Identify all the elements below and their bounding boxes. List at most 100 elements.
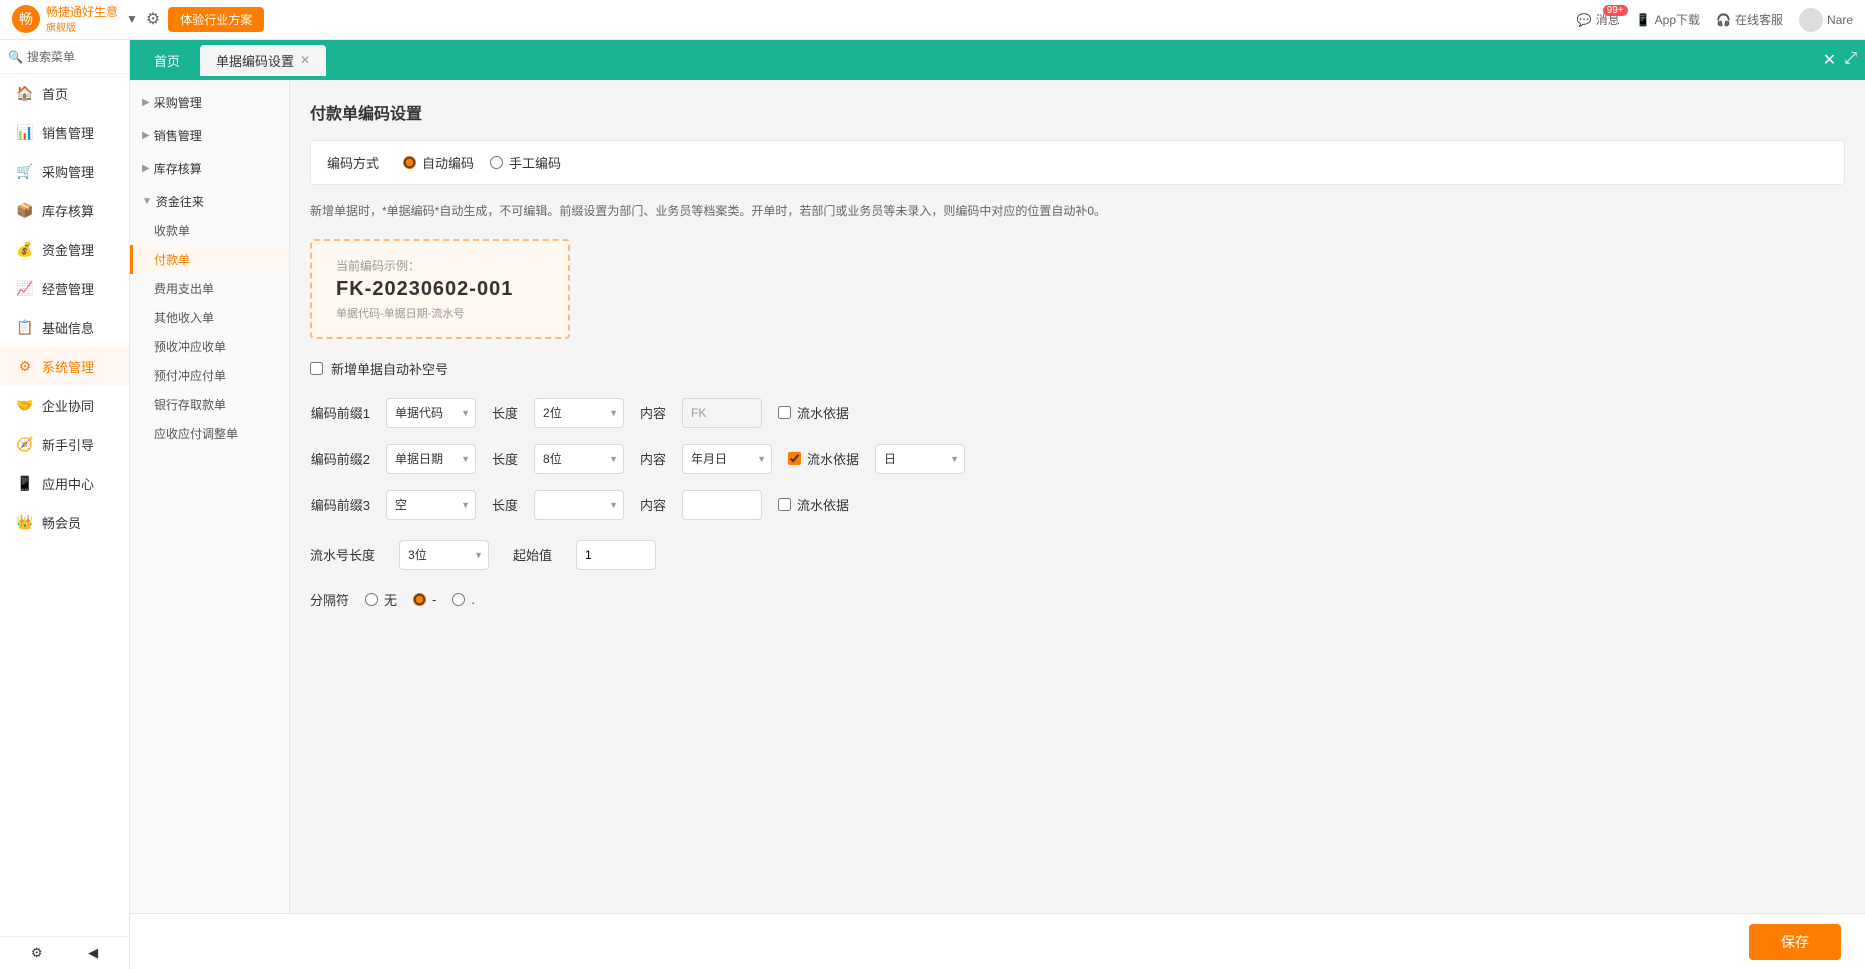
save-button[interactable]: 保存 — [1749, 924, 1841, 960]
sub-nav-group-purchase: ▶ 采购管理 — [130, 88, 289, 117]
stream-check-3: 流水依据 — [778, 495, 849, 514]
tab-bar-expand-icon[interactable]: ⤢ — [1844, 50, 1857, 70]
logo-icon: 畅 — [12, 5, 40, 33]
sub-nav-item-payment[interactable]: 付款单 — [130, 245, 289, 274]
sidebar-item-finance[interactable]: 💰 资金管理 — [0, 230, 129, 269]
stream-period-select[interactable]: 日 — [875, 444, 965, 474]
tab-bar: 首页 单据编码设置 ✕ ✕ ⤢ — [130, 40, 1865, 80]
stream-checkbox-1[interactable] — [778, 406, 791, 419]
prefix-form-rows: 编码前缀1 单据代码 长度 2位 内容 — [310, 398, 1845, 520]
preview-code: FK-20230602-001 — [336, 278, 544, 301]
guide-icon: 🧭 — [16, 436, 34, 454]
encoding-radio-group: 编码方式 自动编码 手工编码 — [327, 153, 1828, 172]
sidebar-settings-icon[interactable]: ⚙ — [31, 945, 43, 961]
length-select-3[interactable] — [534, 490, 624, 520]
serial-length-label: 流水号长度 — [310, 545, 375, 564]
length-label-3: 长度 — [492, 495, 518, 514]
sub-nav-item-prepay-receive[interactable]: 预收冲应收单 — [130, 332, 289, 361]
prefix-row-1: 编码前缀1 单据代码 长度 2位 内容 — [310, 398, 1845, 428]
sub-nav-item-prepay-pay[interactable]: 预付冲应付单 — [130, 361, 289, 390]
stream-check-2: 流水依据 — [788, 449, 859, 468]
sidebar-item-operations[interactable]: 📈 经营管理 — [0, 269, 129, 308]
stream-checkbox-2[interactable] — [788, 452, 801, 465]
bottom-bar: 保存 — [130, 913, 1865, 969]
prefix-select-2[interactable]: 单据日期 — [386, 444, 476, 474]
auto-fill-row: 新增单据自动补空号 — [310, 359, 1845, 378]
sub-nav-item-receipt[interactable]: 收款单 — [130, 216, 289, 245]
sidebar-item-home[interactable]: 🏠 首页 — [0, 74, 129, 113]
encoding-method-label: 编码方式 — [327, 153, 379, 172]
trial-btn[interactable]: 体验行业方案 — [168, 7, 264, 32]
page-content: ▶ 采购管理 ▶ 销售管理 ▶ 库存核算 — [130, 80, 1865, 913]
content-area: 首页 单据编码设置 ✕ ✕ ⤢ ▶ 采购管理 — [130, 40, 1865, 969]
preview-desc: 单据代码-单据日期-流水号 — [336, 305, 544, 321]
tab-close-icon[interactable]: ✕ — [300, 53, 310, 67]
sidebar-item-member[interactable]: 👑 畅会员 — [0, 503, 129, 542]
settings-icon[interactable]: ⚙ — [146, 9, 160, 29]
sub-nav-group-inventory: ▶ 库存核算 — [130, 154, 289, 183]
sub-nav-header-inventory[interactable]: ▶ 库存核算 — [130, 154, 289, 183]
sub-nav: ▶ 采购管理 ▶ 销售管理 ▶ 库存核算 — [130, 80, 290, 913]
sep-dot-radio[interactable]: . — [452, 592, 475, 607]
app-download-item[interactable]: 📱 App下载 — [1636, 11, 1700, 28]
sub-nav-item-receivable-adjust[interactable]: 应收应付调整单 — [130, 419, 289, 448]
tab-encoding-label: 单据编码设置 — [216, 51, 294, 70]
app-icon: 📱 — [1636, 13, 1651, 27]
auto-encoding-radio[interactable]: 自动编码 — [403, 153, 474, 172]
top-bar-left: 畅 畅捷通好生意 旗舰版 ▼ ⚙ 体验行业方案 — [12, 5, 264, 34]
sidebar-item-apps[interactable]: 📱 应用中心 — [0, 464, 129, 503]
search-menu[interactable]: 🔍 搜索菜单 — [0, 40, 129, 74]
chevron-right-icon2: ▶ — [142, 130, 150, 141]
length-select-wrapper-1: 2位 — [534, 398, 624, 428]
serial-length-select[interactable]: 3位 — [399, 540, 489, 570]
sidebar-item-inventory[interactable]: 📦 库存核算 — [0, 191, 129, 230]
content-select-2[interactable]: 年月日 — [682, 444, 772, 474]
sidebar-item-guide[interactable]: 🧭 新手引导 — [0, 425, 129, 464]
length-select-wrapper-3 — [534, 490, 624, 520]
prefix-select-wrapper-1: 单据代码 — [386, 398, 476, 428]
message-icon: 💬 — [1577, 13, 1592, 27]
preview-box: 当前编码示例： FK-20230602-001 单据代码-单据日期-流水号 — [310, 239, 570, 339]
sub-nav-item-expense[interactable]: 费用支出单 — [130, 274, 289, 303]
sidebar-item-enterprise[interactable]: 🤝 企业协同 — [0, 386, 129, 425]
prefix-label-1: 编码前缀1 — [310, 403, 370, 422]
auto-fill-checkbox[interactable] — [310, 362, 323, 375]
tab-home[interactable]: 首页 — [138, 45, 196, 76]
sidebar-item-sales[interactable]: 📊 销售管理 — [0, 113, 129, 152]
sep-dash-radio[interactable]: - — [413, 592, 436, 607]
sidebar-item-basic[interactable]: 📋 基础信息 — [0, 308, 129, 347]
chevron-right-icon3: ▶ — [142, 163, 150, 174]
sub-nav-header-sales[interactable]: ▶ 销售管理 — [130, 121, 289, 150]
serial-start-input[interactable] — [576, 540, 656, 570]
online-service-item[interactable]: 🎧 在线客服 — [1716, 11, 1783, 28]
tab-home-label: 首页 — [154, 51, 180, 70]
prefix-select-3[interactable]: 空 — [386, 490, 476, 520]
member-icon: 👑 — [16, 514, 34, 532]
manual-encoding-radio[interactable]: 手工编码 — [490, 153, 561, 172]
search-icon: 🔍 — [8, 50, 23, 64]
tab-bar-close-icon[interactable]: ✕ — [1823, 50, 1836, 70]
sub-nav-header-purchase[interactable]: ▶ 采购管理 — [130, 88, 289, 117]
message-item[interactable]: 💬 消息 99+ — [1577, 11, 1620, 28]
sidebar-item-system[interactable]: ⚙ 系统管理 — [0, 347, 129, 386]
length-select-2[interactable]: 8位 — [534, 444, 624, 474]
stream-checkbox-3[interactable] — [778, 498, 791, 511]
content-label-2: 内容 — [640, 449, 666, 468]
content-input-3[interactable] — [682, 490, 762, 520]
length-select-1[interactable]: 2位 — [534, 398, 624, 428]
user-info[interactable]: Nare — [1799, 8, 1853, 32]
prefix-select-1[interactable]: 单据代码 — [386, 398, 476, 428]
chevron-down-icon: ▼ — [142, 196, 152, 207]
serial-length-wrapper: 3位 — [399, 540, 489, 570]
sidebar-collapse-icon[interactable]: ◀ — [88, 945, 98, 961]
sub-nav-item-income[interactable]: 其他收入单 — [130, 303, 289, 332]
tab-encoding[interactable]: 单据编码设置 ✕ — [200, 45, 326, 76]
info-text: 新增单据时，*单据编码*自动生成，不可编辑。前缀设置为部门、业务员等档案类。开单… — [310, 201, 1845, 223]
prefix-label-2: 编码前缀2 — [310, 449, 370, 468]
sub-nav-item-bank-deposit[interactable]: 银行存取款单 — [130, 390, 289, 419]
prefix-select-wrapper-2: 单据日期 — [386, 444, 476, 474]
company-dropdown[interactable]: ▼ — [126, 12, 138, 26]
sidebar-item-purchase[interactable]: 🛒 采购管理 — [0, 152, 129, 191]
sub-nav-header-capital[interactable]: ▼ 资金往来 — [130, 187, 289, 216]
sep-none-radio[interactable]: 无 — [365, 590, 397, 609]
